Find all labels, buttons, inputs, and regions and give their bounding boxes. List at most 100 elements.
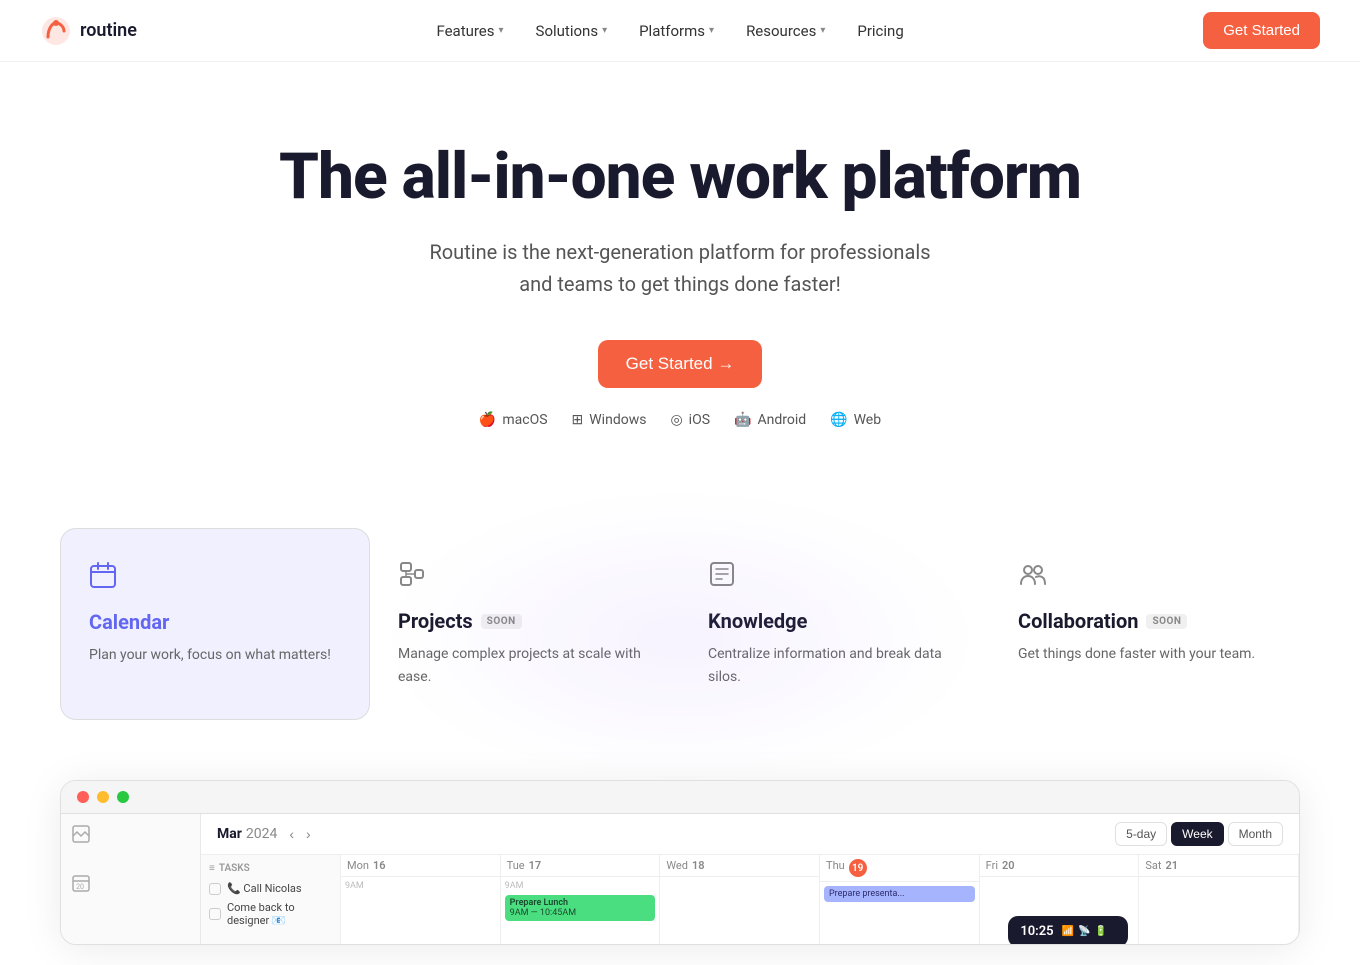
nav-resources[interactable]: Resources ▾ [732, 16, 839, 46]
feature-projects-desc: Manage complex projects at scale with ea… [398, 643, 652, 688]
hero-subtitle: Routine is the next-generation platform … [20, 236, 1340, 300]
app-toolbar: Mar 2024 ‹ › 5-day Week Month [201, 814, 1299, 855]
task-checkbox[interactable] [209, 883, 221, 895]
platform-ios: ◎ iOS [670, 412, 710, 428]
event-presentation[interactable]: Prepare presenta... [824, 886, 975, 902]
platform-macos: 🍎 macOS [479, 412, 548, 428]
notification-popup: 10:25 📶 📡 🔋 [1008, 916, 1128, 945]
day-wed: Wed 18 [660, 855, 820, 945]
platform-list: 🍎 macOS ⊞ Windows ◎ iOS 🤖 Android 🌐 Web [20, 412, 1340, 428]
minimize-dot [97, 791, 109, 803]
signal-icon: 📶 [1062, 926, 1074, 937]
platform-android: 🤖 Android [734, 412, 806, 428]
sidebar-calendar-icon[interactable]: 20 [71, 873, 190, 898]
platform-web: 🌐 Web [830, 412, 881, 428]
day-sat-header: Sat 21 [1139, 855, 1298, 877]
ios-icon: ◎ [670, 412, 682, 428]
projects-icon [398, 560, 652, 595]
feature-calendar[interactable]: Calendar Plan your work, focus on what m… [60, 528, 370, 720]
maximize-dot [117, 791, 129, 803]
calendar-icon [89, 561, 341, 596]
day-tue: Tue 17 9AM Prepare Lunch 9AM — 10:45AM [501, 855, 661, 945]
day-fri-body: 10:25 📶 📡 🔋 [980, 877, 1139, 945]
logo[interactable]: routine [40, 15, 137, 47]
calendar-body: ≡TASKS 📞 Call Nicolas Come back to desig… [201, 855, 1299, 945]
day-tue-header: Tue 17 [501, 855, 660, 877]
task-2: Come back to designer 📧 [209, 901, 332, 927]
feature-knowledge-desc: Centralize information and break data si… [708, 643, 962, 688]
nav-links: Features ▾ Solutions ▾ Platforms ▾ Resou… [422, 16, 917, 46]
features-section: Calendar Plan your work, focus on what m… [0, 488, 1360, 760]
day-sat: Sat 21 [1139, 855, 1299, 945]
app-main-content: Mar 2024 ‹ › 5-day Week Month [201, 814, 1299, 944]
feature-knowledge-title: Knowledge [708, 609, 962, 633]
feature-projects[interactable]: Projects SOON Manage complex projects at… [370, 528, 680, 720]
feature-projects-title: Projects SOON [398, 609, 652, 633]
nav-get-started-button[interactable]: Get Started [1203, 12, 1320, 49]
view-selector: 5-day Week Month [1115, 822, 1283, 846]
chevron-down-icon: ▾ [499, 25, 504, 36]
chevron-down-icon: ▾ [709, 25, 714, 36]
prev-button[interactable]: ‹ [285, 824, 298, 844]
android-icon: 🤖 [734, 412, 751, 428]
week-view-button[interactable]: Week [1171, 822, 1223, 846]
feature-cards: Calendar Plan your work, focus on what m… [0, 488, 1360, 760]
tasks-header: ≡TASKS [209, 863, 332, 874]
hero-section: The all-in-one work platform Routine is … [0, 62, 1360, 468]
date-nav: ‹ › [285, 824, 314, 844]
day-wed-header: Wed 18 [660, 855, 819, 877]
app-preview: 20 Mar 2024 ‹ › 5-day Week [60, 780, 1300, 945]
feature-collaboration-desc: Get things done faster with your team. [1018, 643, 1272, 665]
app-body: 20 Mar 2024 ‹ › 5-day Week [61, 814, 1299, 944]
event-lunch[interactable]: Prepare Lunch 9AM — 10:45AM [505, 895, 656, 921]
day-sat-body [1139, 877, 1298, 945]
nav-features[interactable]: Features ▾ [422, 16, 517, 46]
feature-calendar-desc: Plan your work, focus on what matters! [89, 644, 341, 666]
app-sidebar: 20 [61, 814, 201, 944]
day-thu-header: Thu 19 [820, 855, 979, 882]
day-fri-header: Fri 20 [980, 855, 1139, 877]
day-wed-body [660, 877, 819, 945]
soon-badge: SOON [481, 614, 522, 629]
nav-pricing[interactable]: Pricing [843, 16, 917, 46]
day-mon: Mon 16 9AM [341, 855, 501, 945]
day-tue-body: 9AM Prepare Lunch 9AM — 10:45AM [501, 877, 660, 945]
apple-icon: 🍎 [479, 412, 496, 428]
current-date: Mar 2024 [217, 826, 277, 842]
week-grid: Mon 16 9AM Tue 17 9 [341, 855, 1299, 945]
chevron-down-icon: ▾ [820, 25, 825, 36]
platform-windows: ⊞ Windows [572, 412, 647, 428]
hero-cta-button[interactable]: Get Started → [598, 340, 763, 388]
wifi-icon: 📡 [1078, 926, 1090, 937]
day-mon-body: 9AM [341, 877, 500, 945]
close-dot [77, 791, 89, 803]
chevron-down-icon: ▾ [602, 25, 607, 36]
notif-status-icons: 📶 📡 🔋 [1062, 926, 1107, 937]
collaboration-icon [1018, 560, 1272, 595]
navbar: routine Features ▾ Solutions ▾ Platforms… [0, 0, 1360, 62]
soon-badge: SOON [1146, 614, 1187, 629]
next-button[interactable]: › [302, 824, 315, 844]
day-mon-header: Mon 16 [341, 855, 500, 877]
titlebar [61, 781, 1299, 814]
month-view-button[interactable]: Month [1228, 822, 1283, 846]
hero-title: The all-in-one work platform [20, 142, 1340, 212]
feature-collaboration-title: Collaboration SOON [1018, 609, 1272, 633]
task-1: 📞 Call Nicolas [209, 882, 332, 895]
svg-text:20: 20 [76, 883, 84, 891]
nav-solutions[interactable]: Solutions ▾ [522, 16, 622, 46]
feature-calendar-title: Calendar [89, 610, 341, 634]
feature-collaboration[interactable]: Collaboration SOON Get things done faste… [990, 528, 1300, 720]
feature-knowledge[interactable]: Knowledge Centralize information and bre… [680, 528, 990, 720]
battery-icon: 🔋 [1094, 926, 1106, 937]
logo-text: routine [80, 20, 137, 41]
5day-view-button[interactable]: 5-day [1115, 822, 1167, 846]
nav-platforms[interactable]: Platforms ▾ [625, 16, 728, 46]
web-icon: 🌐 [830, 412, 847, 428]
day-fri: Fri 20 10:25 📶 📡 🔋 [980, 855, 1140, 945]
knowledge-icon [708, 560, 962, 595]
task-checkbox[interactable] [209, 908, 221, 920]
tasks-panel: ≡TASKS 📞 Call Nicolas Come back to desig… [201, 855, 341, 945]
sidebar-inbox-icon[interactable] [71, 824, 190, 849]
windows-icon: ⊞ [572, 412, 584, 428]
